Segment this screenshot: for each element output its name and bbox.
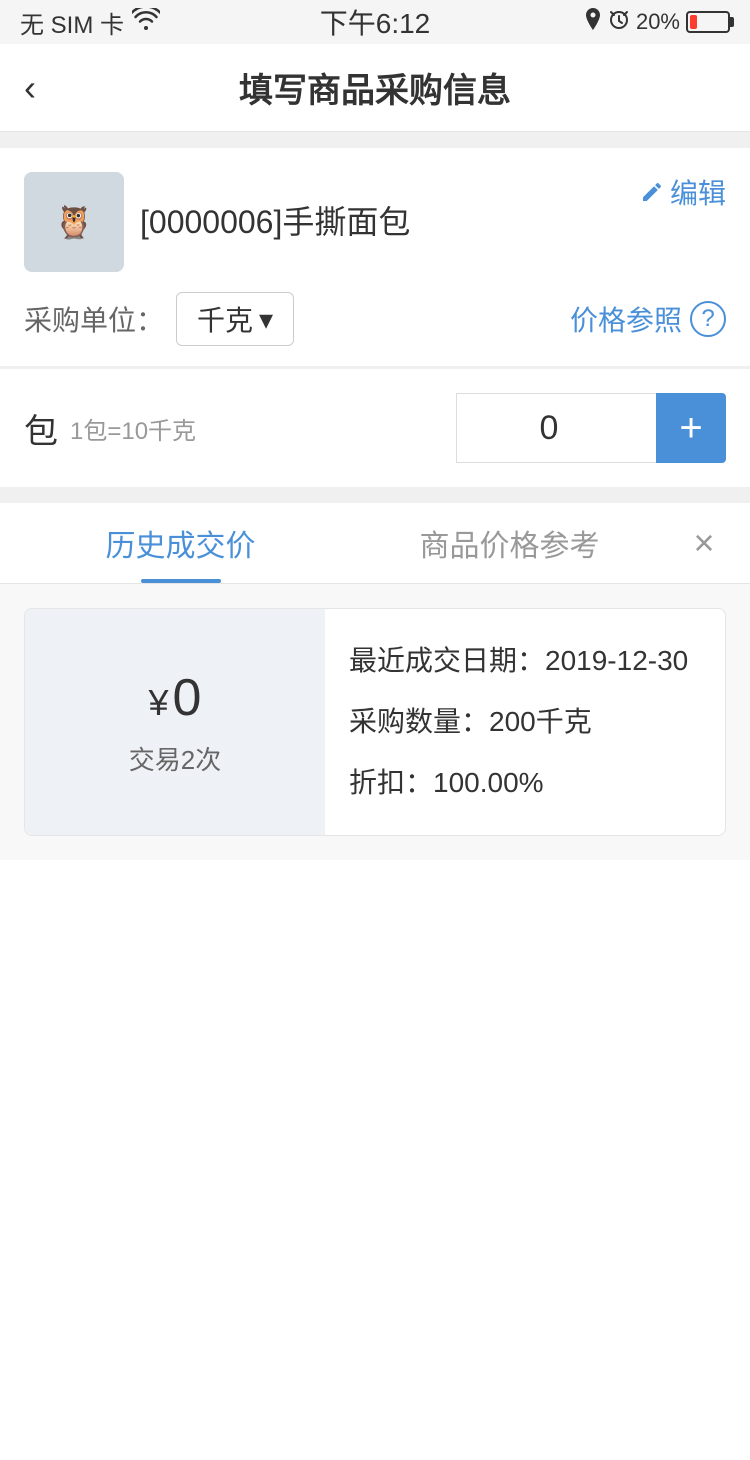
qty-input-group: + [456, 393, 726, 463]
empty-area [0, 860, 750, 1460]
edit-label: 编辑 [670, 172, 726, 212]
product-left: 🦉 [0000006]手撕面包 [24, 172, 410, 272]
recent-date-value: 2019-12-30 [545, 645, 688, 676]
status-right: 20% [584, 8, 730, 36]
page-title: 填写商品采购信息 [239, 63, 511, 112]
qty-plus-button[interactable]: + [656, 393, 726, 463]
price-currency: ¥ [149, 682, 169, 724]
purchase-qty-value: 200千克 [489, 706, 592, 737]
product-thumbnail: 🦉 [24, 172, 124, 272]
product-unit-row: 采购单位： 千克 ▾ 价格参照 ? [24, 292, 726, 346]
alarm-icon [608, 8, 630, 36]
tab-price-ref-label: 商品价格参考 [420, 521, 600, 565]
status-left: 无 SIM 卡 [20, 5, 160, 40]
price-card: ¥ 0 交易2次 最近成交日期：2019-12-30 采购数量：200千克 折扣… [24, 608, 726, 836]
price-ref-button[interactable]: 价格参照 ? [570, 299, 726, 339]
product-card: 🦉 [0000006]手撕面包 编辑 采购单位： 千克 ▾ 价格参照 ? [0, 148, 750, 366]
qty-input[interactable] [456, 393, 656, 463]
tab-history-price[interactable]: 历史成交价 [16, 503, 345, 583]
signal-label: 无 SIM 卡 [20, 5, 124, 40]
status-time: 下午6:12 [320, 2, 431, 42]
dropdown-arrow-icon: ▾ [259, 303, 273, 336]
unit-label: 采购单位： [24, 299, 164, 339]
nav-bar: ‹ 填写商品采购信息 [0, 44, 750, 132]
unit-value: 千克 [197, 299, 253, 339]
qty-hint: 1包=10千克 [70, 411, 196, 446]
purchase-qty-row: 采购数量：200千克 [349, 700, 701, 745]
product-header: 🦉 [0000006]手撕面包 编辑 [24, 172, 726, 272]
location-icon [584, 8, 602, 36]
product-name: [0000006]手撕面包 [140, 200, 410, 245]
edit-button[interactable]: 编辑 [640, 172, 726, 212]
tab-close-button[interactable]: × [674, 503, 734, 583]
battery-percent: 20% [636, 9, 680, 35]
product-icon: 🦉 [54, 203, 94, 241]
section-divider [0, 487, 750, 503]
quantity-section: 包 1包=10千克 + [0, 368, 750, 487]
price-card-right: 最近成交日期：2019-12-30 采购数量：200千克 折扣：100.00% [325, 609, 725, 835]
status-bar: 无 SIM 卡 下午6:12 20% [0, 0, 750, 44]
price-amount: 0 [173, 668, 202, 728]
tab-row: 历史成交价 商品价格参考 × [0, 503, 750, 584]
discount-value: 100.00% [433, 767, 544, 798]
tab-history-label: 历史成交价 [106, 521, 256, 565]
battery-icon [686, 11, 730, 33]
price-card-left: ¥ 0 交易2次 [25, 609, 325, 835]
price-ref-help-icon: ? [690, 301, 726, 337]
price-history-section: ¥ 0 交易2次 最近成交日期：2019-12-30 采购数量：200千克 折扣… [0, 584, 750, 860]
recent-date-row: 最近成交日期：2019-12-30 [349, 639, 701, 684]
discount-row: 折扣：100.00% [349, 761, 701, 806]
wifi-icon [132, 8, 160, 37]
tab-price-ref[interactable]: 商品价格参考 [345, 503, 674, 583]
qty-label: 包 1包=10千克 [24, 404, 196, 453]
back-button[interactable]: ‹ [24, 67, 36, 109]
edit-icon [640, 180, 664, 204]
trade-count: 交易2次 [129, 740, 221, 777]
unit-select[interactable]: 千克 ▾ [176, 292, 294, 346]
battery-fill [690, 15, 697, 29]
purchase-qty-label: 采购数量： [349, 706, 489, 737]
discount-label: 折扣： [349, 767, 433, 798]
recent-date-label: 最近成交日期： [349, 645, 545, 676]
qty-unit: 包 [24, 404, 58, 453]
price-ref-label: 价格参照 [570, 299, 682, 339]
